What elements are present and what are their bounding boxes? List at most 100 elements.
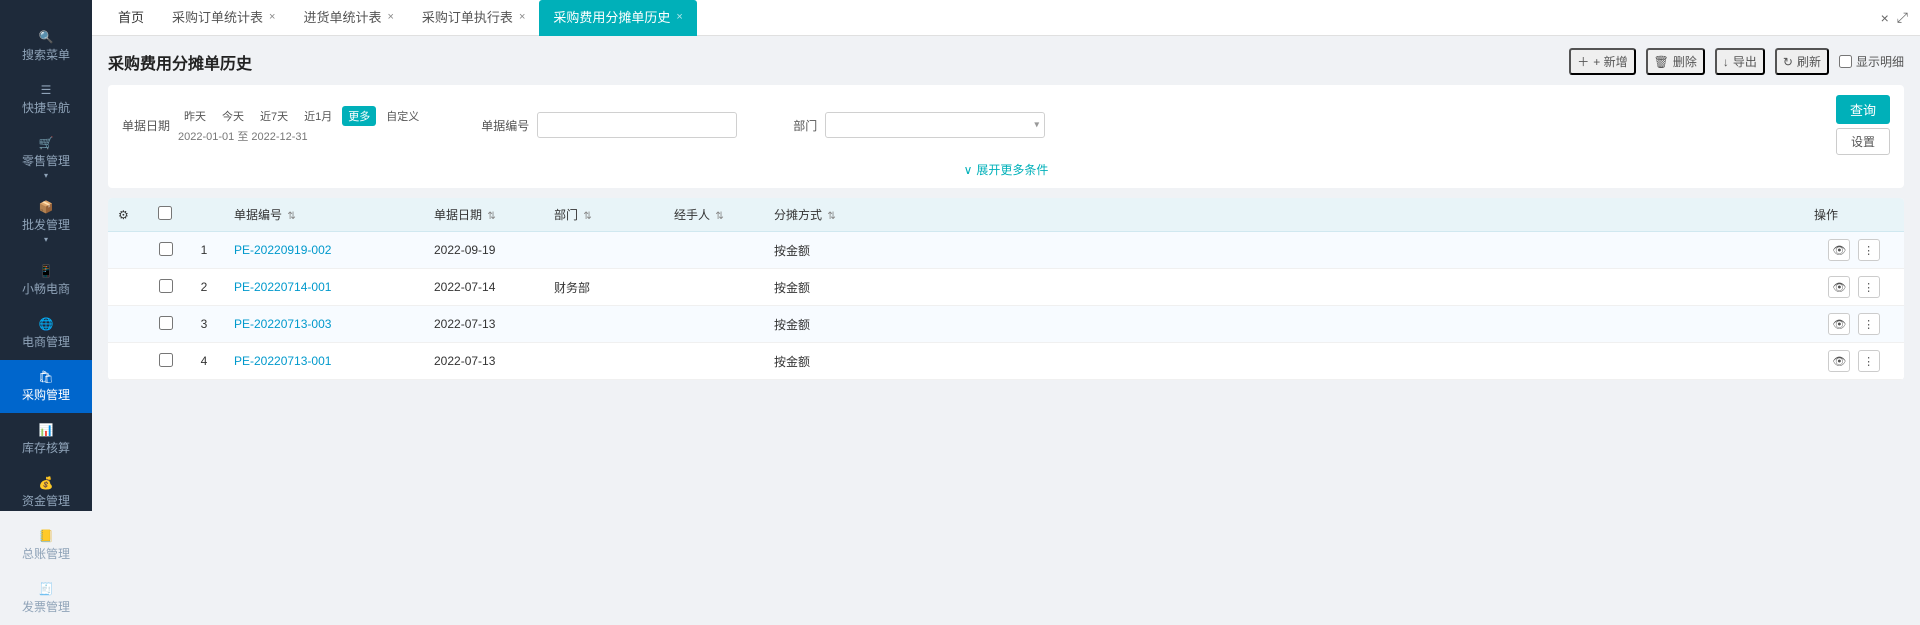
- row-method: 按金额: [764, 306, 1804, 343]
- row-method: 按金额: [764, 269, 1804, 306]
- row-dept: 财务部: [544, 269, 664, 306]
- close-window-icon[interactable]: ×: [1881, 10, 1889, 26]
- data-table: ⚙ 单据编号 ⇅ 单据日期 ⇅: [108, 198, 1904, 380]
- sort-icon[interactable]: ⇅: [287, 211, 295, 222]
- sidebar-item-finance[interactable]: 💰 资金管理: [0, 466, 92, 519]
- invoice-icon: 🧾: [39, 582, 54, 596]
- tab-home[interactable]: 首页: [104, 0, 158, 36]
- sort-icon[interactable]: ⇅: [715, 211, 723, 222]
- last1month-btn[interactable]: 近1月: [298, 106, 338, 126]
- doc-no-input[interactable]: [537, 112, 737, 138]
- last7days-btn[interactable]: 近7天: [254, 106, 294, 126]
- col-label: 单据日期: [434, 208, 482, 222]
- sidebar-item-wholesale[interactable]: 📦 批发管理 ▾: [0, 190, 92, 254]
- row-dept: [544, 343, 664, 380]
- view-button[interactable]: 👁: [1828, 313, 1850, 335]
- col-header-handler[interactable]: 经手人 ⇅: [664, 198, 764, 232]
- refresh-icon: ↻: [1783, 55, 1793, 69]
- row-ops: 👁 ⋮: [1804, 306, 1904, 343]
- purchase-icon: 🛍: [38, 370, 53, 384]
- date-filter-label: 单据日期: [122, 117, 170, 134]
- row-handler: [664, 343, 764, 380]
- doc-no-link[interactable]: PE-20220714-001: [234, 280, 331, 294]
- sidebar-item-label: 发票管理: [22, 598, 70, 615]
- more-ops-button[interactable]: ⋮: [1858, 239, 1880, 261]
- more-ops-button[interactable]: ⋮: [1858, 313, 1880, 335]
- doc-no-link[interactable]: PE-20220713-003: [234, 317, 331, 331]
- row-checkbox-cell: [148, 232, 184, 269]
- page-header: 采购费用分摊单历史 ＋ + 新增 🗑 删除 ↓ 导出 ↻ 刷新: [108, 48, 1904, 75]
- yesterday-btn[interactable]: 昨天: [178, 106, 212, 126]
- row-checkbox[interactable]: [159, 242, 173, 256]
- dept-select-wrapper: [825, 112, 1045, 138]
- sort-icon[interactable]: ⇅: [487, 211, 495, 222]
- sidebar-item-general-ledger[interactable]: 📒 总账管理: [0, 519, 92, 572]
- col-header-settings: ⚙: [108, 198, 148, 232]
- dept-select[interactable]: [825, 112, 1045, 138]
- more-ops-button[interactable]: ⋮: [1858, 276, 1880, 298]
- settings-gear-icon[interactable]: ⚙: [118, 208, 129, 222]
- select-all-checkbox[interactable]: [158, 206, 172, 220]
- close-icon[interactable]: ×: [269, 11, 275, 23]
- today-btn[interactable]: 今天: [216, 106, 250, 126]
- show-cols-label: 显示明细: [1856, 53, 1904, 70]
- close-icon[interactable]: ×: [387, 11, 393, 23]
- add-button[interactable]: ＋ + 新增: [1569, 48, 1635, 75]
- tab-purchase-order-exec[interactable]: 采购订单执行表 ×: [408, 0, 539, 36]
- show-cols-toggle[interactable]: 显示明细: [1839, 53, 1904, 70]
- row-method: 按金额: [764, 232, 1804, 269]
- view-button[interactable]: 👁: [1828, 239, 1850, 261]
- sort-icon[interactable]: ⇅: [583, 211, 591, 222]
- row-doc-no: PE-20220713-001: [224, 343, 424, 380]
- row-handler: [664, 269, 764, 306]
- more-ops-button[interactable]: ⋮: [1858, 350, 1880, 372]
- sidebar-item-label: 采购管理: [22, 386, 70, 403]
- show-cols-checkbox[interactable]: [1839, 55, 1852, 68]
- doc-no-link[interactable]: PE-20220919-002: [234, 243, 331, 257]
- export-button[interactable]: ↓ 导出: [1715, 48, 1765, 75]
- restore-window-icon[interactable]: ⤢: [1897, 9, 1908, 26]
- sidebar-item-inventory[interactable]: 📊 库存核算: [0, 413, 92, 466]
- sort-icon[interactable]: ⇅: [827, 211, 835, 222]
- row-checkbox[interactable]: [159, 353, 173, 367]
- sidebar-item-label: 搜索菜单: [22, 46, 70, 63]
- sidebar-item-ecommerce[interactable]: 🌐 电商管理: [0, 307, 92, 360]
- tab-purchase-cost-history[interactable]: 采购费用分摊单历史 ×: [539, 0, 696, 36]
- sidebar-item-retail[interactable]: 🛒 零售管理 ▾: [0, 126, 92, 190]
- delete-button[interactable]: 🗑 删除: [1646, 48, 1705, 75]
- header-actions: ＋ + 新增 🗑 删除 ↓ 导出 ↻ 刷新 显示明细: [1569, 48, 1904, 75]
- doc-no-label: 单据编号: [481, 117, 529, 134]
- col-header-date[interactable]: 单据日期 ⇅: [424, 198, 544, 232]
- tab-label: 采购订单统计表: [172, 7, 263, 26]
- refresh-label: 刷新: [1797, 53, 1821, 70]
- sidebar-item-search[interactable]: 🔍 搜索菜单: [0, 20, 92, 73]
- row-checkbox[interactable]: [159, 279, 173, 293]
- view-button[interactable]: 👁: [1828, 276, 1850, 298]
- table-header: ⚙ 单据编号 ⇅ 单据日期 ⇅: [108, 198, 1904, 232]
- row-settings: [108, 269, 148, 306]
- refresh-button[interactable]: ↻ 刷新: [1775, 48, 1829, 75]
- col-header-dept[interactable]: 部门 ⇅: [544, 198, 664, 232]
- more-date-btn[interactable]: 更多: [342, 106, 376, 126]
- tab-purchase-order-stats[interactable]: 采购订单统计表 ×: [158, 0, 289, 36]
- close-icon[interactable]: ×: [676, 11, 682, 23]
- date-filter-group: 单据日期 昨天 今天 近7天 近1月 更多 自定义 2022-01-01 至 2…: [122, 106, 425, 144]
- custom-date-btn[interactable]: 自定义: [380, 106, 425, 126]
- doc-no-link[interactable]: PE-20220713-001: [234, 354, 331, 368]
- sidebar-item-label: 总账管理: [22, 545, 70, 562]
- col-header-method[interactable]: 分摊方式 ⇅: [764, 198, 1804, 232]
- row-checkbox[interactable]: [159, 316, 173, 330]
- col-header-doc-no[interactable]: 单据编号 ⇅: [224, 198, 424, 232]
- sidebar-item-purchase[interactable]: 🛍 采购管理: [0, 360, 92, 413]
- sidebar-item-label: 快捷导航: [22, 99, 70, 116]
- close-icon[interactable]: ×: [519, 11, 525, 23]
- settings-button[interactable]: 设置: [1836, 128, 1890, 155]
- sidebar-item-quick-nav[interactable]: ☰ 快捷导航: [0, 73, 92, 126]
- query-button[interactable]: 查询: [1836, 95, 1890, 124]
- view-button[interactable]: 👁: [1828, 350, 1850, 372]
- sidebar-item-mini-shop[interactable]: 📱 小畅电商: [0, 254, 92, 307]
- tab-purchase-receipt-stats[interactable]: 进货单统计表 ×: [289, 0, 407, 36]
- row-dept: [544, 232, 664, 269]
- expand-more-btn[interactable]: ∨ 展开更多条件: [122, 161, 1890, 178]
- sidebar-item-invoice[interactable]: 🧾 发票管理: [0, 572, 92, 625]
